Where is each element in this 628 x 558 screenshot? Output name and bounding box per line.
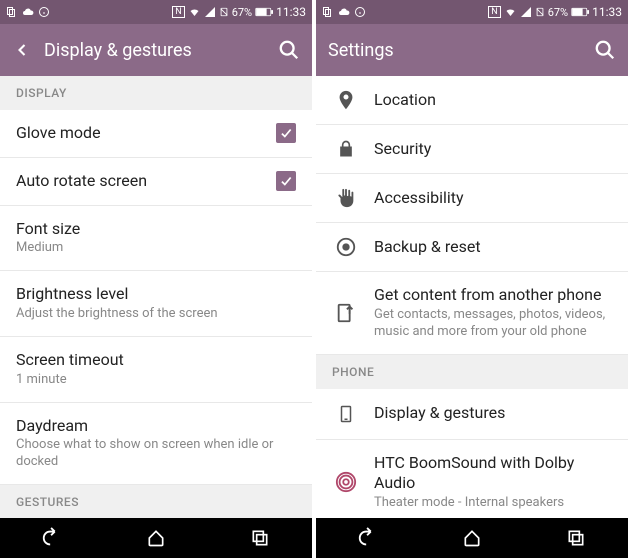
row-title: Accessibility <box>374 188 612 209</box>
row-title: Location <box>374 90 612 111</box>
action-bar: Settings <box>316 24 628 76</box>
nav-home-button[interactable] <box>126 522 186 554</box>
row-title: Daydream <box>16 416 296 437</box>
row-get-content[interactable]: Get content from another phone Get conta… <box>316 272 628 355</box>
row-title: Font size <box>16 219 296 240</box>
row-title: Glove mode <box>16 123 262 144</box>
row-subtitle: Get contacts, messages, photos, videos, … <box>374 307 612 341</box>
sound-icon <box>335 471 357 493</box>
status-bar: N 67% 11:33 <box>0 0 312 24</box>
row-security[interactable]: Security <box>316 125 628 174</box>
row-title: Display & gestures <box>374 403 612 424</box>
no-sim-icon <box>219 6 229 18</box>
row-glove-mode[interactable]: Glove mode <box>0 110 312 158</box>
phone-right: N 67% 11:33 Settings Location Security A… <box>316 0 628 558</box>
row-accessibility[interactable]: Accessibility <box>316 174 628 223</box>
row-title: Get content from another phone <box>374 285 612 306</box>
info-icon <box>354 6 366 18</box>
status-bar: N 67% 11:33 <box>316 0 628 24</box>
multitask-icon <box>6 6 18 18</box>
row-auto-rotate[interactable]: Auto rotate screen <box>0 158 312 206</box>
battery-pct: 67% <box>232 6 252 19</box>
action-bar: Display & gestures <box>0 24 312 76</box>
cloud-icon <box>337 6 351 18</box>
battery-icon <box>571 7 589 17</box>
row-title: HTC BoomSound with Dolby Audio <box>374 453 612 495</box>
row-daydream[interactable]: Daydream Choose what to show on screen w… <box>0 403 312 486</box>
wifi-icon <box>188 6 201 18</box>
nav-recent-button[interactable] <box>546 522 606 554</box>
settings-list: Location Security Accessibility Backup &… <box>316 76 628 518</box>
checkbox[interactable] <box>276 171 296 191</box>
hand-icon <box>335 187 357 209</box>
row-title: Backup & reset <box>374 237 612 258</box>
multitask-icon <box>322 6 334 18</box>
nfc-icon: N <box>488 6 500 18</box>
transfer-icon <box>335 302 357 324</box>
checkbox[interactable] <box>276 123 296 143</box>
no-sim-icon <box>535 6 545 18</box>
section-header-gestures: GESTURES <box>0 485 312 518</box>
section-header-phone: PHONE <box>316 355 628 389</box>
settings-list: DISPLAY Glove mode Auto rotate screen Fo… <box>0 76 312 518</box>
signal-icon <box>204 6 216 18</box>
row-subtitle: 1 minute <box>16 372 296 389</box>
display-icon <box>337 402 355 426</box>
location-icon <box>335 89 357 111</box>
battery-pct: 67% <box>548 6 568 19</box>
clock: 11:33 <box>276 5 306 19</box>
nav-bar <box>0 518 312 558</box>
phone-left: N 67% 11:33 Display & gestures DISPLAY G… <box>0 0 312 558</box>
nav-bar <box>316 518 628 558</box>
section-header-display: DISPLAY <box>0 76 312 110</box>
search-icon[interactable] <box>594 39 616 61</box>
nav-back-button[interactable] <box>338 522 398 554</box>
row-subtitle: Choose what to show on screen when idle … <box>16 437 296 471</box>
row-font-size[interactable]: Font size Medium <box>0 206 312 272</box>
row-location[interactable]: Location <box>316 76 628 125</box>
cloud-icon <box>21 6 35 18</box>
row-display-gestures[interactable]: Display & gestures <box>316 389 628 440</box>
signal-icon <box>520 6 532 18</box>
row-brightness[interactable]: Brightness level Adjust the brightness o… <box>0 271 312 337</box>
battery-icon <box>255 7 273 17</box>
lock-icon <box>336 138 356 160</box>
row-boomsound[interactable]: HTC BoomSound with Dolby Audio Theater m… <box>316 440 628 518</box>
wifi-icon <box>504 6 517 18</box>
nfc-icon: N <box>172 6 184 18</box>
row-title: Security <box>374 139 612 160</box>
row-backup-reset[interactable]: Backup & reset <box>316 223 628 272</box>
info-icon <box>38 6 50 18</box>
row-subtitle: Theater mode - Internal speakers <box>374 495 612 512</box>
row-subtitle: Adjust the brightness of the screen <box>16 306 296 323</box>
clock: 11:33 <box>592 5 622 19</box>
row-title: Auto rotate screen <box>16 171 262 192</box>
page-title: Settings <box>328 40 582 61</box>
nav-back-button[interactable] <box>22 522 82 554</box>
nav-recent-button[interactable] <box>230 522 290 554</box>
nav-home-button[interactable] <box>442 522 502 554</box>
row-title: Brightness level <box>16 284 296 305</box>
row-screen-timeout[interactable]: Screen timeout 1 minute <box>0 337 312 403</box>
backup-icon <box>335 236 357 258</box>
back-icon[interactable] <box>12 40 32 60</box>
row-title: Screen timeout <box>16 350 296 371</box>
search-icon[interactable] <box>278 39 300 61</box>
page-title: Display & gestures <box>44 40 266 61</box>
row-subtitle: Medium <box>16 240 296 257</box>
